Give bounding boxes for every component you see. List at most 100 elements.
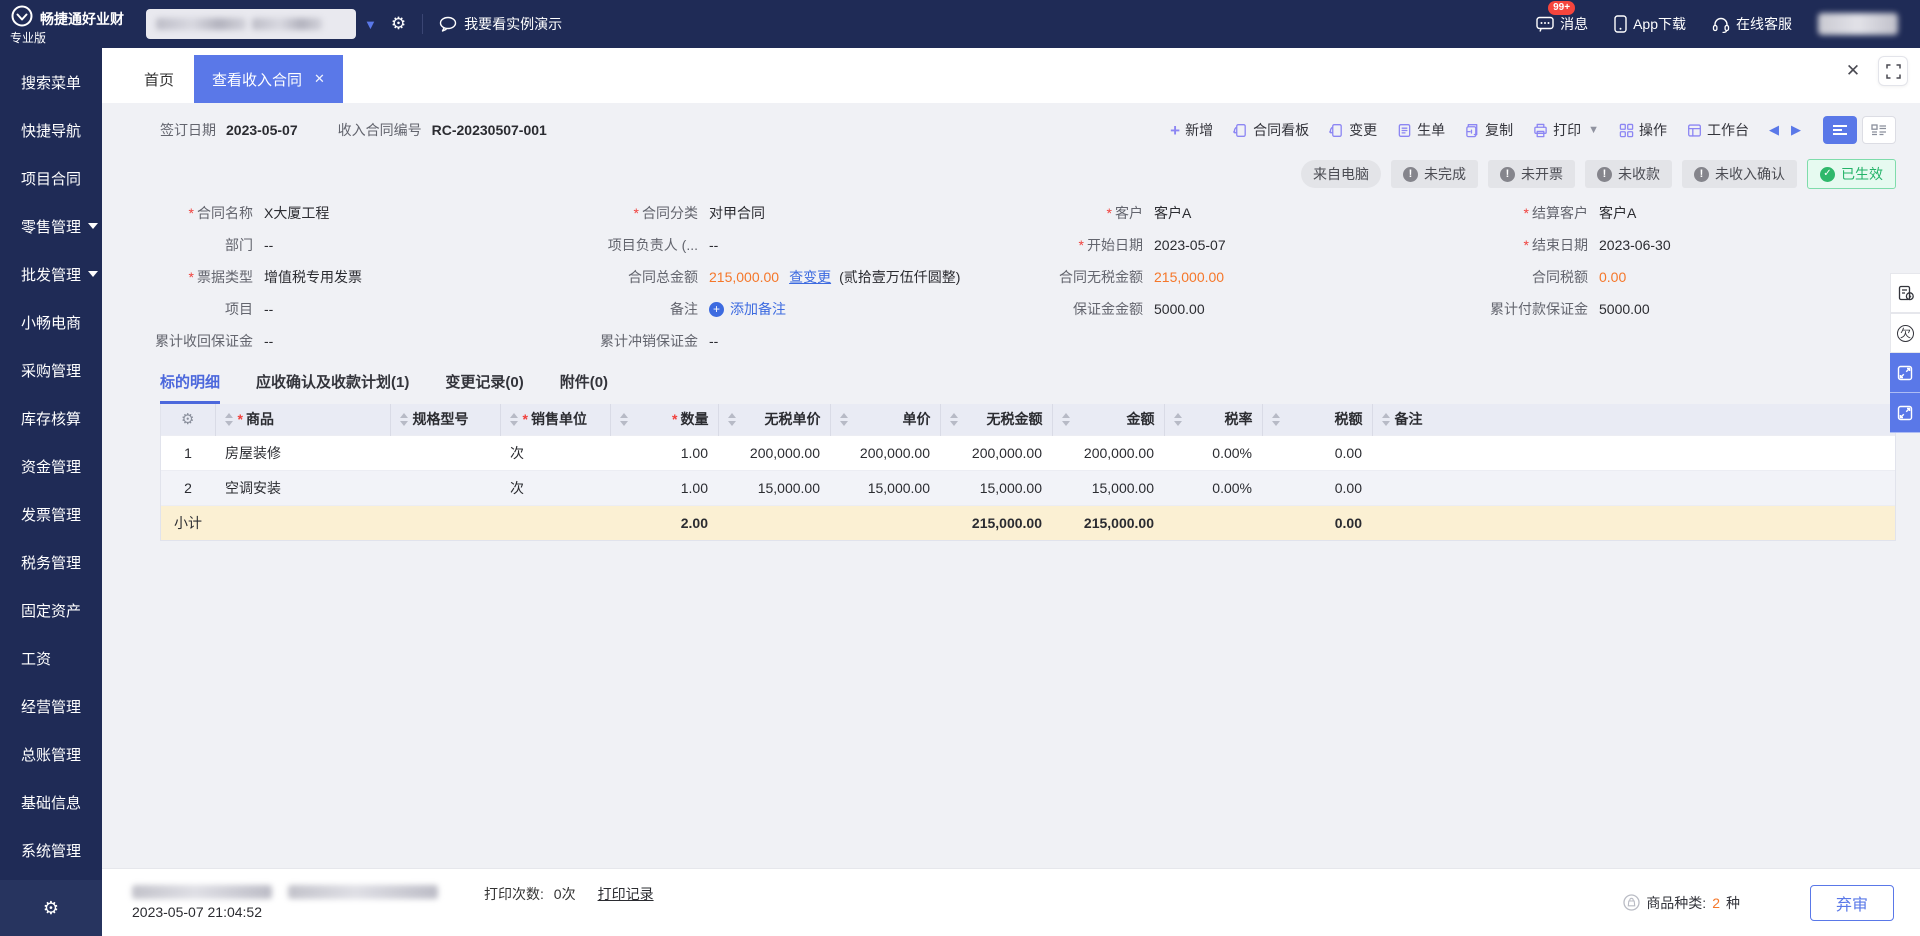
print-log-link[interactable]: 打印记录 — [598, 884, 654, 904]
sort-icon[interactable] — [727, 412, 736, 426]
subtab[interactable]: 标的明细 — [160, 371, 221, 404]
subtab[interactable]: 应收确认及收款计划(1) — [256, 371, 409, 404]
form-field: * 开始日期 2023-05-07 — [1078, 237, 1226, 253]
card-view-toggle[interactable] — [1862, 116, 1896, 144]
add-note-link[interactable]: + 添加备注 — [709, 299, 786, 319]
chevron-down-icon[interactable]: ▼ — [364, 17, 377, 32]
close-icon[interactable]: ✕ — [1838, 56, 1868, 86]
tab-view-income-contract[interactable]: 查看收入合同 ✕ — [194, 55, 343, 103]
sort-icon[interactable] — [839, 412, 848, 426]
demo-link[interactable]: 我要看实例演示 — [439, 14, 562, 34]
sidebar-item[interactable]: 经营管理 — [0, 682, 102, 730]
sidebar-settings-button[interactable]: ⚙ — [0, 880, 102, 936]
company-selector[interactable] — [146, 9, 356, 39]
right-rail: 欠 — [1890, 273, 1920, 433]
expand-button[interactable] — [1890, 393, 1920, 433]
table-row[interactable]: 2 空调安装次 1.00 15,000.00 15,000.00 15,000.00 15,… — [161, 469, 1895, 505]
plus-icon: + — [1170, 120, 1181, 140]
contract-no-label: 收入合同编号 — [337, 122, 422, 138]
column-header[interactable]: 金额 — [1051, 404, 1164, 435]
sidebar-item[interactable]: 小畅电商 — [0, 298, 102, 346]
online-support-button[interactable]: 在线客服 — [1712, 14, 1792, 34]
sort-icon[interactable] — [1061, 412, 1070, 426]
expand-icon — [1897, 365, 1913, 380]
sort-icon[interactable] — [1173, 412, 1182, 426]
column-header[interactable]: * 数量 — [609, 404, 718, 435]
column-header[interactable]: 无税单价 — [717, 404, 830, 435]
sidebar-item[interactable]: 快捷导航 — [0, 106, 102, 154]
next-record-button[interactable]: ▶ — [1791, 122, 1801, 138]
column-header[interactable]: 单价 — [829, 404, 940, 435]
headset-icon — [1712, 17, 1730, 33]
form-field: 累计付款保证金 5000.00 — [1490, 301, 1650, 317]
sort-icon[interactable] — [399, 412, 408, 426]
sidebar-item[interactable]: 基础信息 — [0, 778, 102, 826]
sidebar-item[interactable]: 工资 — [0, 634, 102, 682]
sort-icon[interactable] — [509, 412, 518, 426]
sidebar-item[interactable]: 总账管理 — [0, 730, 102, 778]
field-value: 5000.00 — [1599, 301, 1650, 317]
sidebar-item[interactable]: 零售管理 — [0, 202, 102, 250]
workbench-button[interactable]: 工作台 — [1687, 120, 1749, 140]
sign-date-value: 2023-05-07 — [226, 122, 298, 138]
sidebar-item[interactable]: 项目合同 — [0, 154, 102, 202]
app-download-button[interactable]: App下载 — [1614, 14, 1686, 34]
prev-record-button[interactable]: ◀ — [1769, 122, 1779, 138]
contract-board-button[interactable]: 合同看板 — [1233, 120, 1309, 140]
column-header[interactable]: 备注 — [1371, 404, 1895, 435]
list-view-toggle[interactable] — [1823, 116, 1857, 144]
sidebar-item[interactable]: 系统管理 — [0, 826, 102, 874]
column-header[interactable]: * 销售单位 — [499, 404, 610, 435]
expand-icon — [1897, 405, 1913, 420]
form-field: * 客户 客户A — [1106, 205, 1192, 221]
gear-icon[interactable]: ⚙ — [391, 14, 406, 34]
sidebar-item[interactable]: 发票管理 — [0, 490, 102, 538]
sort-icon[interactable] — [224, 412, 233, 426]
sidebar-item[interactable]: 税务管理 — [0, 538, 102, 586]
column-header[interactable]: 税率 — [1163, 404, 1262, 435]
tab-home[interactable]: 首页 — [124, 55, 194, 103]
contract-board-icon — [1233, 123, 1246, 137]
workbench-icon — [1688, 123, 1701, 137]
print-button[interactable]: 打印 ▼ — [1533, 120, 1599, 140]
field-value: X大厦工程 — [264, 205, 330, 221]
sidebar-item[interactable]: 资金管理 — [0, 442, 102, 490]
add-button[interactable]: + 新增 — [1170, 120, 1213, 140]
arrears-button[interactable]: 欠 — [1890, 313, 1920, 353]
actions-button[interactable]: 操作 — [1619, 120, 1667, 140]
column-header[interactable]: 规格型号 — [389, 404, 500, 435]
sidebar-item[interactable]: 采购管理 — [0, 346, 102, 394]
messages-badge: 99+ — [1548, 1, 1576, 15]
sort-icon[interactable] — [1271, 412, 1280, 426]
sidebar-item[interactable]: 库存核算 — [0, 394, 102, 442]
fullscreen-icon[interactable] — [1878, 56, 1908, 86]
messages-button[interactable]: 99+ 消息 — [1536, 1, 1588, 34]
column-header[interactable]: ⚙ — [161, 404, 215, 435]
column-header[interactable]: 税额 — [1261, 404, 1372, 435]
close-icon[interactable]: ✕ — [314, 71, 325, 87]
field-value: 2023-06-30 — [1599, 237, 1671, 253]
expand-button[interactable] — [1890, 353, 1920, 393]
change-button[interactable]: 变更 — [1329, 120, 1377, 140]
subtab[interactable]: 附件(0) — [560, 371, 608, 404]
subtab[interactable]: 变更记录(0) — [445, 371, 523, 404]
view-changes-link[interactable]: 查变更 — [789, 267, 831, 287]
generate-order-icon — [1398, 123, 1411, 137]
copy-button[interactable]: 复制 — [1465, 120, 1513, 140]
redacted-user-name[interactable] — [1818, 13, 1898, 35]
card-view-icon — [1871, 124, 1886, 136]
sort-icon[interactable] — [1381, 412, 1390, 426]
sidebar-item[interactable]: 搜索菜单 — [0, 58, 102, 106]
column-header[interactable]: * 商品 — [214, 404, 390, 435]
sidebar-item[interactable]: 固定资产 — [0, 586, 102, 634]
sort-icon[interactable] — [619, 412, 628, 426]
generate-order-button[interactable]: 生单 — [1397, 120, 1445, 140]
doc-history-button[interactable] — [1890, 273, 1920, 313]
table-row[interactable]: 1 房屋装修次 1.00 200,000.00 200,000.00 200,000.00… — [161, 434, 1895, 470]
sidebar-item[interactable]: 批发管理 — [0, 250, 102, 298]
gear-icon[interactable]: ⚙ — [181, 411, 194, 428]
sort-icon[interactable] — [949, 412, 958, 426]
column-header[interactable]: 无税金额 — [939, 404, 1052, 435]
form-field: 累计冲销保证金 -- — [600, 333, 719, 349]
abandon-approval-button[interactable]: 弃审 — [1810, 884, 1894, 921]
